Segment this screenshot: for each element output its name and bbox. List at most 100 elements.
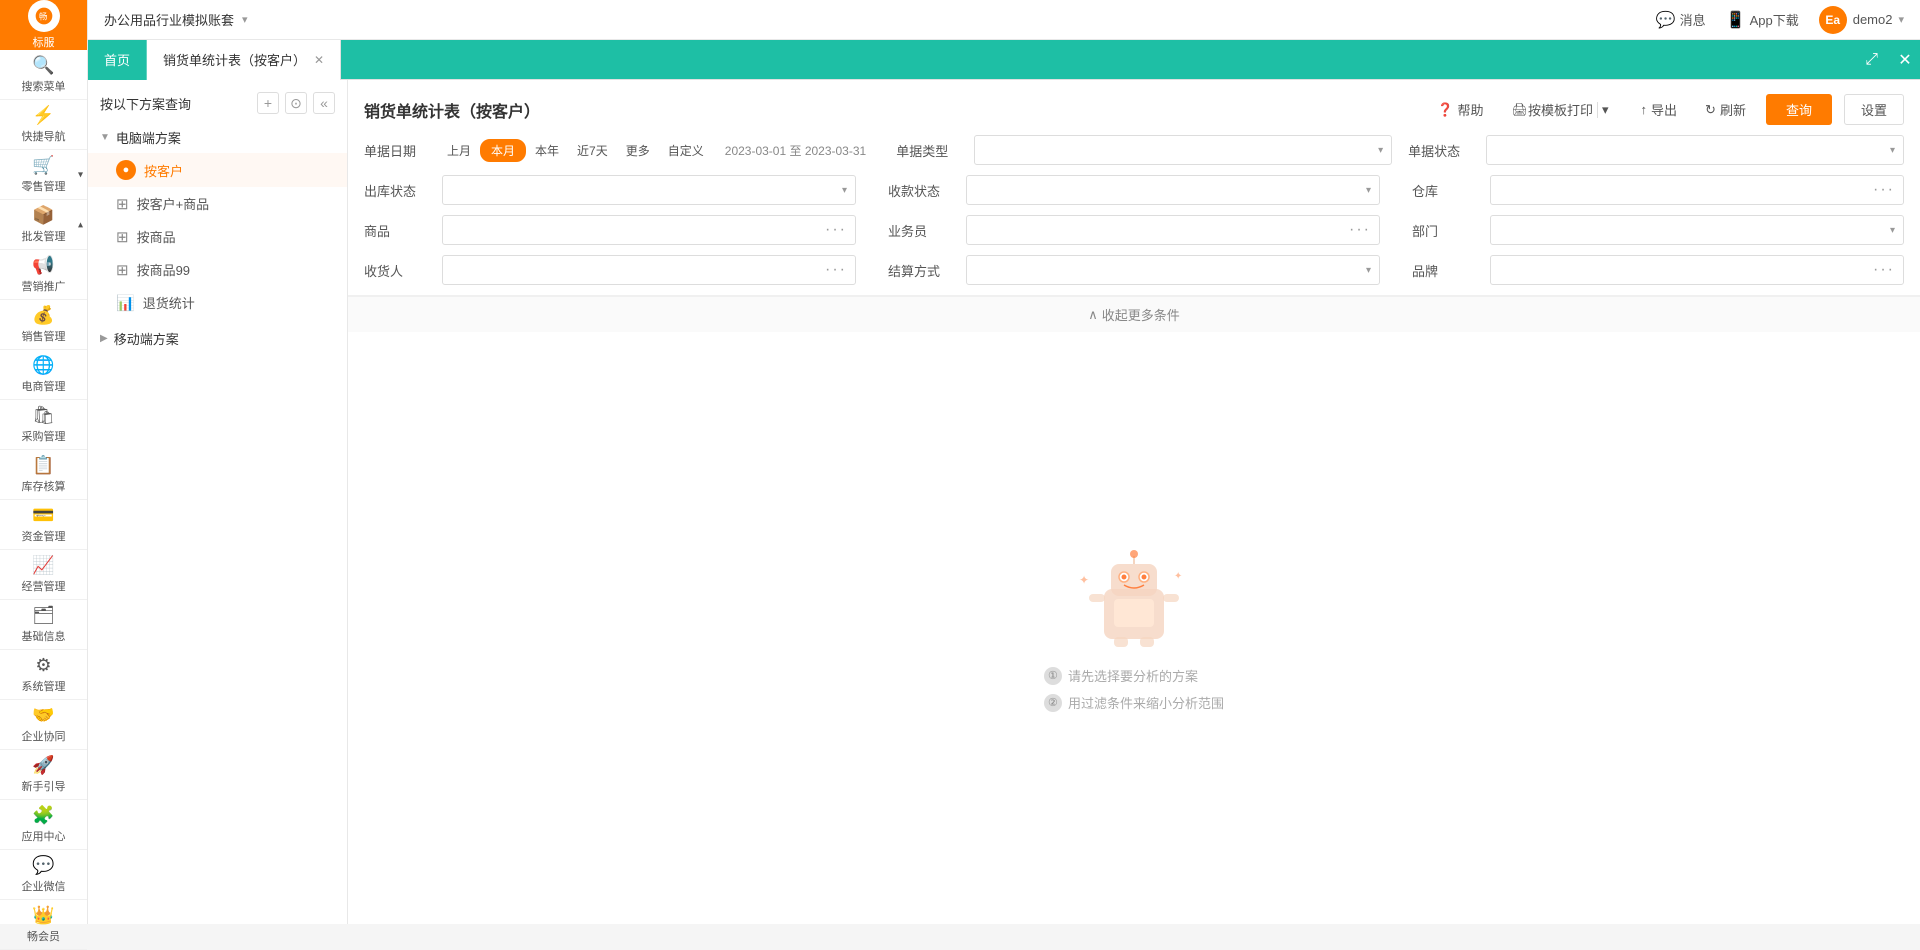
- warehouse-dots: ···: [1873, 181, 1895, 199]
- scheme-item-by-customer[interactable]: ● 按客户: [88, 153, 347, 187]
- scheme-item-return-stat[interactable]: 📊 退货统计: [88, 286, 347, 319]
- payment-arrow: ▾: [1366, 265, 1371, 276]
- inventory-icon: 📋: [32, 455, 54, 476]
- date-custom[interactable]: 自定义: [659, 138, 713, 163]
- add-icon: +: [264, 95, 272, 111]
- product-select[interactable]: ···: [442, 215, 856, 245]
- help-btn[interactable]: ❓ 帮助: [1429, 96, 1491, 123]
- window-close-btn[interactable]: ✕: [1890, 50, 1920, 70]
- sidebar-item-label: 库存核算: [22, 478, 66, 494]
- tab-expand-btn[interactable]: ⤢: [1853, 51, 1890, 69]
- doc-status-select[interactable]: ▾: [1486, 135, 1904, 165]
- sidebar-item-quick-nav[interactable]: ⚡ 快捷导航: [0, 100, 87, 150]
- doc-type-arrow: ▾: [1378, 145, 1383, 156]
- export-btn[interactable]: ↑ 导出: [1633, 96, 1686, 123]
- date-last-7[interactable]: 近7天: [568, 138, 617, 163]
- staff-label: 业务员: [888, 221, 958, 240]
- scheme-mobile-title[interactable]: ▶ 移动端方案: [88, 323, 347, 354]
- filter-warehouse-col: 仓库 ···: [1412, 175, 1904, 205]
- tab-sales-stat-label: 销货单统计表（按客户）: [163, 50, 306, 69]
- sidebar-item-retail[interactable]: 🛒 零售管理 ▾: [0, 150, 87, 200]
- doc-type-select[interactable]: ▾: [974, 135, 1392, 165]
- warehouse-label: 仓库: [1412, 181, 1482, 200]
- sidebar-item-purchase[interactable]: 🛍 采购管理: [0, 400, 87, 450]
- sidebar-item-app-center[interactable]: 🧩 应用中心: [0, 800, 87, 850]
- filter-dept-col: 部门 ▾: [1412, 215, 1904, 245]
- hint-num-1: ①: [1044, 667, 1062, 685]
- add-scheme-btn[interactable]: +: [257, 92, 279, 114]
- date-this-year[interactable]: 本年: [526, 138, 568, 163]
- sidebar-item-ecommerce[interactable]: 🌐 电商管理: [0, 350, 87, 400]
- app-download-label: App下载: [1750, 10, 1799, 29]
- scheme-item-by-customer-product[interactable]: ⊞ 按客户+商品: [88, 187, 347, 220]
- tab-sales-stat[interactable]: 销货单统计表（按客户） ✕: [147, 40, 341, 80]
- sidebar-item-inventory[interactable]: 📋 库存核算: [0, 450, 87, 500]
- sidebar-item-search-menu[interactable]: 🔍 搜索菜单: [0, 50, 87, 100]
- app-download-btn[interactable]: 📱 App下载: [1726, 10, 1799, 30]
- tab-close-btn[interactable]: ✕: [314, 53, 324, 67]
- sidebar-item-wechat[interactable]: 💬 企业微信: [0, 850, 87, 900]
- query-button[interactable]: 查询: [1766, 94, 1832, 125]
- collapse-more-btn[interactable]: ∧ 收起更多条件: [348, 296, 1920, 332]
- collapse-panel-btn[interactable]: «: [313, 92, 335, 114]
- sidebar-item-sales[interactable]: 💰 销售管理: [0, 300, 87, 350]
- scheme-item-by-product-99[interactable]: ⊞ 按商品99: [88, 253, 347, 286]
- collapse-label: 收起更多条件: [1102, 305, 1180, 324]
- filter-doc-type-col: 单据类型 ▾: [896, 135, 1392, 165]
- date-more[interactable]: 更多: [617, 138, 659, 163]
- date-last-month[interactable]: 上月: [438, 138, 480, 163]
- date-range: 2023-03-01 至 2023-03-31: [725, 142, 866, 159]
- user-menu[interactable]: Ea demo2 ▾: [1819, 6, 1904, 34]
- tab-home[interactable]: 首页: [88, 40, 147, 80]
- sidebar-item-operations[interactable]: 📈 经营管理: [0, 550, 87, 600]
- grid-icon3: ⊞: [116, 261, 129, 279]
- template-print-btn[interactable]: 🖨 按模板打印 ▾: [1503, 96, 1620, 123]
- scheme-settings-btn[interactable]: ⊙: [285, 92, 307, 114]
- sidebar-item-label: 系统管理: [22, 678, 66, 694]
- message-btn[interactable]: 💬 消息: [1656, 10, 1706, 30]
- filter-doc-status-col: 单据状态 ▾: [1408, 135, 1904, 165]
- help-icon: ❓: [1437, 102, 1453, 118]
- sidebar-item-newbie[interactable]: 🚀 新手引导: [0, 750, 87, 800]
- sidebar: 畅 标服 🔍 搜索菜单 ⚡ 快捷导航 🛒 零售管理 ▾ 📦 批发管理 ▴ 📢 营…: [0, 0, 88, 924]
- logo-icon: 畅: [28, 0, 60, 32]
- sidebar-item-marketing[interactable]: 📢 营销推广: [0, 250, 87, 300]
- sidebar-item-member[interactable]: 👑 畅会员: [0, 900, 87, 950]
- finance-icon: 💳: [32, 505, 54, 526]
- sidebar-item-finance[interactable]: 💳 资金管理: [0, 500, 87, 550]
- app-logo[interactable]: 畅 标服: [0, 0, 87, 50]
- svg-text:畅: 畅: [39, 11, 47, 21]
- receipt-status-label: 收款状态: [888, 181, 958, 200]
- settings-button[interactable]: 设置: [1844, 94, 1904, 125]
- date-this-month[interactable]: 本月: [480, 139, 526, 162]
- sidebar-item-basic[interactable]: 🗂 基础信息: [0, 600, 87, 650]
- payment-select[interactable]: ▾: [966, 255, 1380, 285]
- retail-arrow: ▾: [78, 169, 83, 180]
- consignee-select[interactable]: ···: [442, 255, 856, 285]
- scheme-item-label: 按客户+商品: [137, 194, 210, 213]
- doc-status-arrow: ▾: [1890, 145, 1895, 156]
- sidebar-item-label: 基础信息: [22, 628, 66, 644]
- mobile-scheme-label: 移动端方案: [114, 329, 179, 348]
- dept-select[interactable]: ▾: [1490, 215, 1904, 245]
- staff-select[interactable]: ···: [966, 215, 1380, 245]
- sidebar-item-wholesale[interactable]: 📦 批发管理 ▴: [0, 200, 87, 250]
- settings-icon: ⊙: [290, 95, 302, 112]
- brand-select[interactable]: ···: [1490, 255, 1904, 285]
- refresh-btn[interactable]: ↻ 刷新: [1697, 96, 1754, 123]
- receipt-status-select[interactable]: ▾: [966, 175, 1380, 205]
- main-area: 办公用品行业模拟账套 ▾ 💬 消息 📱 App下载 Ea demo2 ▾ 首页 …: [88, 0, 1920, 924]
- sidebar-item-label: 营销推广: [22, 278, 66, 294]
- warehouse-select[interactable]: ···: [1490, 175, 1904, 205]
- sidebar-item-label: 零售管理: [22, 178, 66, 194]
- scheme-item-by-product[interactable]: ⊞ 按商品: [88, 220, 347, 253]
- template-print-arrow[interactable]: ▾: [1597, 102, 1613, 118]
- out-status-select[interactable]: ▾: [442, 175, 856, 205]
- svg-text:✦: ✦: [1174, 571, 1182, 582]
- scheme-desktop-title[interactable]: ▼ 电脑端方案: [88, 122, 347, 153]
- filter-row-2: 出库状态 ▾ 收款状态 ▾ 仓库: [364, 175, 1904, 205]
- sidebar-item-enterprise[interactable]: 🤝 企业协同: [0, 700, 87, 750]
- industry-dropdown-arrow[interactable]: ▾: [242, 13, 248, 26]
- desktop-scheme-label: 电脑端方案: [116, 128, 181, 147]
- sidebar-item-system[interactable]: ⚙ 系统管理: [0, 650, 87, 700]
